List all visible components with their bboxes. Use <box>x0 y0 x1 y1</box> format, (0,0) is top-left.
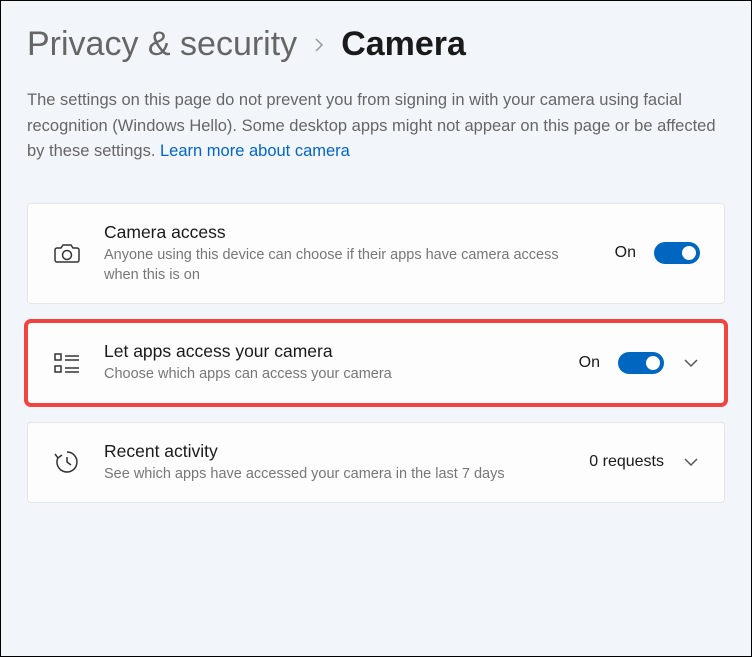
card-controls: On <box>579 352 700 374</box>
card-subtitle: Choose which apps can access your camera <box>104 364 557 384</box>
card-body: Recent activity See which apps have acce… <box>104 441 567 484</box>
card-title: Let apps access your camera <box>104 341 557 362</box>
page-description: The settings on this page do not prevent… <box>27 88 725 165</box>
chevron-down-icon <box>683 358 699 368</box>
recent-activity-card[interactable]: Recent activity See which apps have acce… <box>27 422 725 503</box>
camera-icon <box>52 238 82 268</box>
card-title: Recent activity <box>104 441 567 462</box>
breadcrumb-current: Camera <box>341 25 466 64</box>
breadcrumb-prev[interactable]: Privacy & security <box>27 25 297 64</box>
toggle-knob <box>646 356 660 370</box>
toggle-knob <box>682 246 696 260</box>
camera-access-card[interactable]: Camera access Anyone using this device c… <box>27 203 725 305</box>
request-count: 0 requests <box>589 453 664 471</box>
let-apps-toggle[interactable] <box>618 352 664 374</box>
description-text: The settings on this page do not prevent… <box>27 91 716 160</box>
chevron-down-icon <box>683 457 699 467</box>
apps-list-icon <box>52 348 82 378</box>
settings-card-list: Camera access Anyone using this device c… <box>27 203 725 503</box>
chevron-right-icon <box>313 37 325 53</box>
card-subtitle: See which apps have accessed your camera… <box>104 464 567 484</box>
card-subtitle: Anyone using this device can choose if t… <box>104 245 593 286</box>
learn-more-link[interactable]: Learn more about camera <box>160 142 350 160</box>
let-apps-access-card[interactable]: Let apps access your camera Choose which… <box>27 322 725 403</box>
card-controls: On <box>615 242 700 264</box>
breadcrumb: Privacy & security Camera <box>27 25 725 64</box>
card-controls: 0 requests <box>589 453 700 471</box>
card-body: Camera access Anyone using this device c… <box>104 222 593 286</box>
expand-button[interactable] <box>682 354 700 372</box>
camera-access-toggle[interactable] <box>654 242 700 264</box>
toggle-status: On <box>579 354 600 372</box>
history-icon <box>52 447 82 477</box>
card-body: Let apps access your camera Choose which… <box>104 341 557 384</box>
card-title: Camera access <box>104 222 593 243</box>
expand-button[interactable] <box>682 453 700 471</box>
toggle-status: On <box>615 244 636 262</box>
